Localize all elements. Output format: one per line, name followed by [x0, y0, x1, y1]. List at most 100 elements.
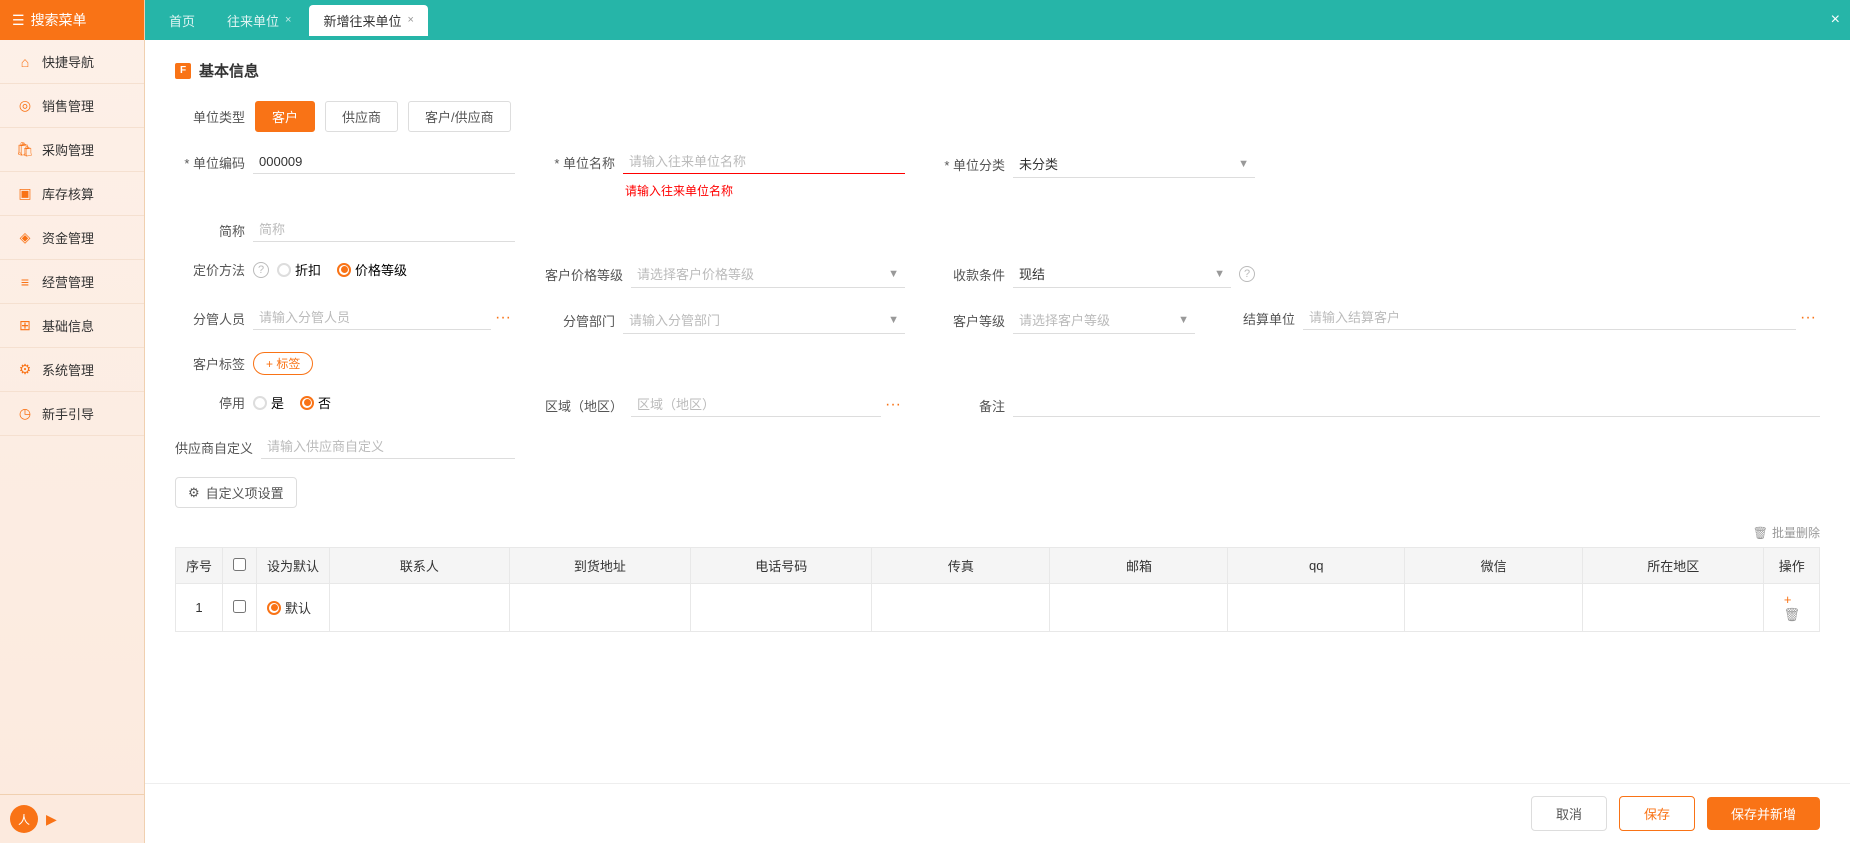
row-phone-input[interactable] [701, 600, 861, 615]
radio-price-level-circle [337, 263, 351, 277]
radio-price-level-label: 价格等级 [355, 260, 407, 279]
col-phone: 电话号码 [691, 548, 872, 584]
row-delete-btn[interactable]: 🗑 [1783, 607, 1800, 622]
inventory-icon: ▣ [16, 185, 34, 203]
pricing-method-label: 定价方法 [175, 260, 245, 279]
sidebar-item-basic-info[interactable]: ⊞ 基础信息 [0, 304, 144, 348]
settlement-unit-input-group: ··· [1303, 306, 1820, 330]
row-wechat[interactable] [1405, 584, 1583, 632]
sidebar-item-operations[interactable]: ≡ 经营管理 [0, 260, 144, 304]
row-region-input[interactable] [1593, 600, 1753, 615]
row-qq-input[interactable] [1238, 600, 1394, 615]
remark-input[interactable] [1013, 393, 1820, 417]
customer-level-select[interactable]: 请选择客户等级 ▼ [1013, 306, 1195, 334]
unit-category-arrow: ▼ [1238, 158, 1249, 170]
row-email[interactable] [1050, 584, 1228, 632]
row-add-btn[interactable]: + [1784, 592, 1792, 607]
radio-price-level[interactable]: 价格等级 [337, 260, 407, 279]
btn-both[interactable]: 客户/供应商 [408, 101, 511, 132]
payment-terms-arrow: ▼ [1214, 268, 1225, 280]
settlement-unit-input[interactable] [1303, 306, 1796, 330]
supplier-custom-input[interactable] [261, 435, 515, 459]
custom-settings-icon: ⚙ [188, 485, 200, 501]
tab-bar-close-all[interactable]: × [1831, 11, 1840, 29]
main-area: 首页 往来单位 × 新增往来单位 × × F 基本信息 单位类型 客户 供应商 … [145, 0, 1850, 843]
row-index: 1 [176, 584, 223, 632]
row-wechat-input[interactable] [1415, 600, 1572, 615]
form-content: F 基本信息 单位类型 客户 供应商 客户/供应商 * 单位编码 * 单位名称 … [145, 40, 1850, 783]
tab-partners-label: 往来单位 [227, 11, 279, 30]
row-checkbox[interactable] [233, 600, 246, 613]
customer-level-label: 客户等级 [935, 311, 1005, 330]
sidebar-item-finance[interactable]: ◈ 资金管理 [0, 216, 144, 260]
row-contact[interactable] [330, 584, 510, 632]
sidebar-search[interactable]: ☰ 搜索菜单 [0, 0, 144, 40]
row-fax[interactable] [872, 584, 1050, 632]
btn-customer[interactable]: 客户 [255, 101, 315, 132]
row-fax-input[interactable] [882, 600, 1039, 615]
home-icon: ⌂ [16, 53, 34, 71]
row-qq[interactable] [1228, 584, 1405, 632]
row-region[interactable] [1583, 584, 1764, 632]
tab-partners-close[interactable]: × [285, 14, 291, 26]
row-address-input[interactable] [520, 600, 680, 615]
radio-discount[interactable]: 折扣 [277, 260, 321, 279]
form-row-tag: 客户标签 + 标签 [175, 352, 1820, 375]
section-title-text: 基本信息 [199, 60, 259, 81]
unit-category-select[interactable]: 未分类 ▼ [1013, 150, 1255, 178]
row-contact-input[interactable] [340, 600, 499, 615]
radio-no-label: 否 [318, 393, 331, 412]
sidebar-item-label: 销售管理 [42, 96, 94, 115]
manager-input[interactable] [253, 306, 491, 330]
short-name-input[interactable] [253, 218, 515, 242]
tab-new-partner[interactable]: 新增往来单位 × [309, 5, 427, 36]
settlement-more-btn[interactable]: ··· [1796, 309, 1820, 327]
radio-yes-circle [253, 396, 267, 410]
row-email-input[interactable] [1060, 600, 1217, 615]
sidebar-item-quick-nav[interactable]: ⌂ 快捷导航 [0, 40, 144, 84]
sidebar-item-inventory[interactable]: ▣ 库存核算 [0, 172, 144, 216]
dept-arrow: ▼ [888, 314, 899, 326]
dept-select[interactable]: 请输入分管部门 ▼ [623, 306, 905, 334]
supplier-custom-label: 供应商自定义 [175, 438, 253, 457]
remark-label: 备注 [935, 396, 1005, 415]
radio-no[interactable]: 否 [300, 393, 331, 412]
tag-add-button[interactable]: + 标签 [253, 352, 313, 375]
tab-partners[interactable]: 往来单位 × [213, 5, 305, 36]
dept-label: 分管部门 [545, 311, 615, 330]
unit-name-input[interactable] [623, 150, 905, 174]
sidebar-item-newbie[interactable]: ◷ 新手引导 [0, 392, 144, 436]
pricing-method-help-icon[interactable]: ? [253, 262, 269, 278]
region-input[interactable] [631, 393, 881, 417]
unit-category-label: * 单位分类 [935, 155, 1005, 174]
unit-name-label: * 单位名称 [545, 153, 615, 172]
radio-yes[interactable]: 是 [253, 393, 284, 412]
purchase-icon: 🛍 [16, 141, 34, 159]
btn-supplier[interactable]: 供应商 [325, 101, 398, 132]
select-all-checkbox[interactable] [233, 558, 246, 571]
row-address[interactable] [509, 584, 690, 632]
row-phone[interactable] [691, 584, 872, 632]
custom-settings-button[interactable]: ⚙ 自定义项设置 [175, 477, 297, 508]
row-default-radio[interactable]: 默认 [267, 598, 319, 617]
payment-terms-select[interactable]: 现结 ▼ [1013, 260, 1231, 288]
batch-delete-button[interactable]: 🗑 批量删除 [1753, 524, 1820, 541]
sidebar-item-purchase[interactable]: 🛍 采购管理 [0, 128, 144, 172]
save-button[interactable]: 保存 [1619, 796, 1695, 831]
tab-new-partner-close[interactable]: × [407, 14, 413, 26]
sidebar-item-sales[interactable]: ◎ 销售管理 [0, 84, 144, 128]
cancel-button[interactable]: 取消 [1531, 796, 1607, 831]
save-new-button[interactable]: 保存并新增 [1707, 797, 1820, 830]
unit-code-input[interactable] [253, 150, 515, 174]
row-default[interactable]: 默认 [257, 584, 330, 632]
sidebar-bottom-icon2: ▶ [46, 811, 57, 828]
form-row-supplier-custom: 供应商自定义 [175, 435, 1820, 459]
region-more-btn[interactable]: ··· [881, 396, 905, 414]
manager-more-btn[interactable]: ··· [491, 309, 515, 327]
tab-home[interactable]: 首页 [155, 5, 209, 36]
contact-table: 序号 设为默认 联系人 到货地址 电话号码 传真 邮箱 qq 微信 所在地区 操… [175, 547, 1820, 632]
form-group-manager: 分管人员 ··· [175, 306, 515, 330]
sidebar-item-system[interactable]: ⚙ 系统管理 [0, 348, 144, 392]
payment-terms-help-icon[interactable]: ? [1239, 266, 1255, 282]
customer-price-level-select[interactable]: 请选择客户价格等级 ▼ [631, 260, 905, 288]
